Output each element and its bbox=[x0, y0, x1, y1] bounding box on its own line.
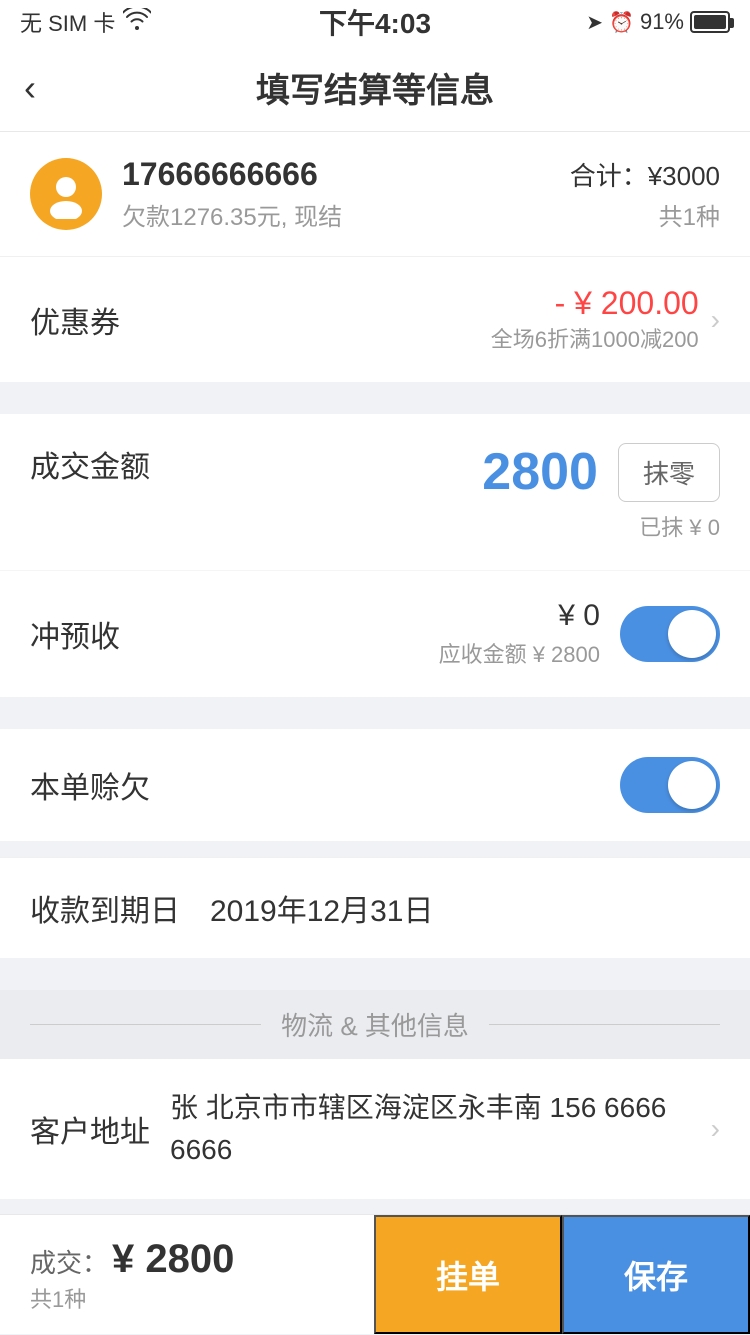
credit-section: 本单赊欠 bbox=[0, 729, 750, 841]
customer-info: 17666666666 欠款1276.35元, 现结 bbox=[122, 156, 342, 232]
coupon-right: - ¥ 200.00 全场6折满1000减200 › bbox=[491, 285, 720, 354]
prepayment-toggle[interactable] bbox=[620, 606, 720, 662]
coupon-discount: - ¥ 200.00 bbox=[491, 285, 699, 322]
divider-1 bbox=[0, 398, 750, 414]
prepayment-row: 冲预收 ¥ 0 应收金额 ¥ 2800 bbox=[0, 571, 750, 697]
logistics-label: 物流 & 其他信息 bbox=[281, 1006, 469, 1043]
coupon-chevron: › bbox=[711, 304, 720, 336]
total-count: 共1种 bbox=[570, 197, 720, 232]
deal-amount-section: 成交金额 2800 抹零 已抹 ¥ 0 冲预收 ¥ 0 应收金额 ¥ 2800 bbox=[0, 414, 750, 697]
round-zero-button[interactable]: 抹零 bbox=[618, 443, 720, 502]
address-content: 张 北京市市辖区海淀区永丰南 156 6666 6666 bbox=[170, 1087, 711, 1171]
divider-2 bbox=[0, 713, 750, 729]
customer-left: 17666666666 欠款1276.35元, 现结 bbox=[30, 156, 342, 232]
back-button[interactable]: ‹ bbox=[24, 67, 36, 109]
divider-line-left bbox=[30, 1024, 261, 1025]
credit-row: 本单赊欠 bbox=[0, 729, 750, 841]
customer-section: 17666666666 欠款1276.35元, 现结 合计：¥3000 共1种 … bbox=[0, 132, 750, 382]
save-button[interactable]: 保存 bbox=[562, 1215, 750, 1334]
prepayment-yingshou: 应收金额 ¥ 2800 bbox=[439, 637, 600, 669]
footer-chengjiao-label: 成交： bbox=[30, 1243, 108, 1280]
coupon-row[interactable]: 优惠券 - ¥ 200.00 全场6折满1000减200 › bbox=[0, 256, 750, 382]
customer-phone: 17666666666 bbox=[122, 156, 342, 193]
credit-label: 本单赊欠 bbox=[30, 763, 150, 807]
coupon-desc: 全场6折满1000减200 bbox=[491, 322, 699, 354]
address-row[interactable]: 客户地址 张 北京市市辖区海淀区永丰南 156 6666 6666 › bbox=[0, 1059, 750, 1199]
footer-count: 共1种 bbox=[30, 1282, 344, 1314]
footer-summary: 成交： ¥ 2800 共1种 bbox=[0, 1235, 374, 1314]
customer-row: 17666666666 欠款1276.35元, 现结 合计：¥3000 共1种 bbox=[0, 132, 750, 256]
duedate-row: 收款到期日 2019年12月31日 bbox=[0, 858, 750, 958]
address-chevron: › bbox=[711, 1113, 720, 1145]
prepayment-value: ¥ 0 应收金额 ¥ 2800 bbox=[439, 599, 600, 669]
deal-amount-row: 成交金额 2800 抹零 已抹 ¥ 0 bbox=[0, 414, 750, 571]
status-time: 下午4:03 bbox=[319, 2, 431, 42]
prepayment-label: 冲预收 bbox=[30, 612, 120, 656]
deal-amount-label: 成交金额 bbox=[30, 442, 150, 486]
customer-right: 合计：¥3000 共1种 bbox=[570, 156, 720, 232]
divider-3 bbox=[0, 974, 750, 990]
battery-percent: 91% bbox=[640, 9, 684, 35]
wifi-icon bbox=[123, 8, 151, 36]
logistics-divider: 物流 & 其他信息 bbox=[0, 990, 750, 1059]
location-icon: ➤ bbox=[586, 10, 603, 35]
sim-label: 无 SIM 卡 bbox=[20, 6, 115, 38]
nav-bar: ‹ 填写结算等信息 bbox=[0, 44, 750, 132]
duedate-value: 2019年12月31日 bbox=[210, 886, 433, 930]
duedate-section: 收款到期日 2019年12月31日 bbox=[0, 858, 750, 958]
status-right: ➤ ⏰ 91% bbox=[586, 9, 730, 35]
duedate-label: 收款到期日 bbox=[30, 886, 180, 930]
avatar bbox=[30, 158, 102, 230]
alarm-icon: ⏰ bbox=[609, 10, 634, 35]
prepayment-right: ¥ 0 应收金额 ¥ 2800 bbox=[439, 599, 720, 669]
coupon-label: 优惠券 bbox=[30, 298, 120, 342]
prepayment-amount: ¥ 0 bbox=[439, 599, 600, 633]
hang-button[interactable]: 挂单 bbox=[374, 1215, 562, 1334]
footer-amount: ¥ 2800 bbox=[112, 1237, 234, 1282]
total-label: 合计：¥3000 bbox=[570, 156, 720, 193]
credit-toggle[interactable] bbox=[620, 757, 720, 813]
deal-amount-value: 2800 bbox=[482, 442, 598, 502]
deal-amount-sub: 已抹 ¥ 0 bbox=[639, 510, 720, 542]
status-bar: 无 SIM 卡 下午4:03 ➤ ⏰ 91% bbox=[0, 0, 750, 44]
address-label: 客户地址 bbox=[30, 1107, 150, 1151]
status-left: 无 SIM 卡 bbox=[20, 6, 151, 38]
address-section: 客户地址 张 北京市市辖区海淀区永丰南 156 6666 6666 › bbox=[0, 1059, 750, 1199]
footer-bar: 成交： ¥ 2800 共1种 挂单 保存 bbox=[0, 1214, 750, 1334]
divider-line-right bbox=[489, 1024, 720, 1025]
page-title: 填写结算等信息 bbox=[256, 63, 494, 112]
battery-icon bbox=[690, 11, 730, 33]
customer-debt: 欠款1276.35元, 现结 bbox=[122, 197, 342, 232]
